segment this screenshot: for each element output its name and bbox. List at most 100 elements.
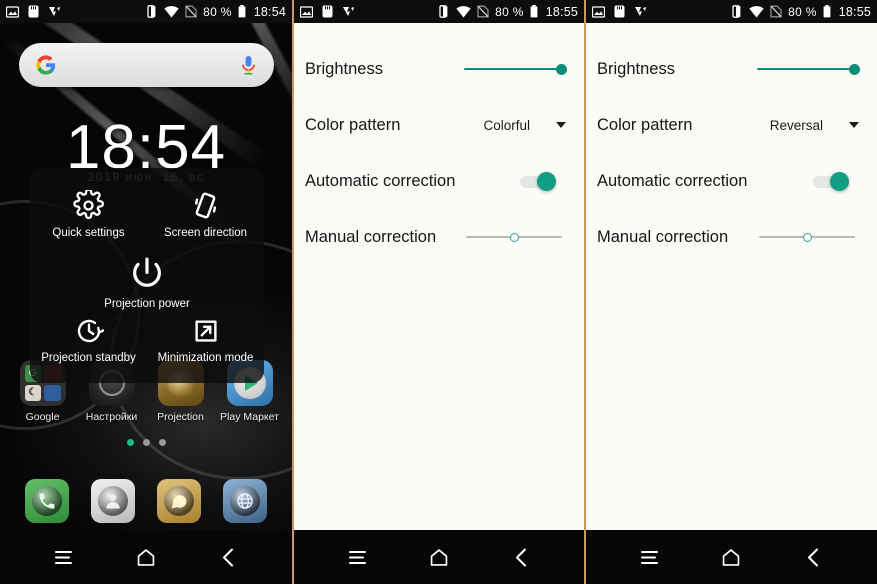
menu-icon (640, 550, 658, 564)
row-automatic-correction[interactable]: Automatic correction (294, 153, 584, 209)
status-clock: 18:55 (545, 4, 578, 19)
color-pattern-label: Color pattern (597, 115, 693, 134)
manual-correction-slider[interactable] (759, 228, 855, 246)
projection-power-button[interactable]: Projection power (30, 254, 264, 311)
status-clock: 18:55 (838, 4, 871, 19)
navigation-bar-home (0, 530, 292, 584)
back-chevron-icon (515, 548, 526, 566)
back-button[interactable] (499, 535, 543, 579)
home-icon (723, 548, 740, 566)
message-icon[interactable] (157, 479, 201, 523)
app-settings-label: Настройки (85, 411, 138, 423)
recents-button[interactable] (41, 535, 85, 579)
google-g-icon (36, 55, 56, 75)
globe-icon[interactable] (223, 479, 267, 523)
minimization-mode-label: Minimization mode (157, 352, 254, 364)
check-icon (635, 6, 646, 16)
home-icon (430, 548, 448, 566)
page-dot-3[interactable] (158, 439, 166, 446)
chevron-down-icon (556, 122, 566, 128)
phone-icon[interactable] (25, 479, 69, 523)
back-chevron-icon (223, 548, 234, 566)
sim-disabled-icon (185, 5, 197, 18)
recents-button[interactable] (335, 535, 379, 579)
projection-standby-label: Projection standby (41, 352, 136, 364)
color-pattern-label: Color pattern (305, 115, 401, 134)
wifi-icon (164, 5, 179, 17)
screen-direction-button[interactable]: Screen direction (147, 190, 264, 240)
check-icon (49, 6, 60, 16)
row-brightness[interactable]: Brightness (586, 41, 877, 97)
minimization-mode-button[interactable]: Minimization mode (147, 316, 264, 365)
home-button[interactable] (417, 535, 461, 579)
page-indicator (0, 439, 292, 446)
status-right-icons: 80 % 18:55 (729, 5, 871, 19)
manual-correction-slider[interactable] (466, 228, 562, 246)
microphone-icon[interactable] (240, 55, 257, 75)
status-right-icons: 80 % 18:54 (144, 5, 286, 19)
contacts-icon[interactable] (91, 479, 135, 523)
gear-icon (73, 190, 104, 219)
back-button[interactable] (207, 535, 251, 579)
color-pattern-value: Colorful (483, 117, 530, 133)
google-search-bar[interactable] (19, 43, 274, 87)
home-button[interactable] (709, 535, 753, 579)
projection-power-label: Projection power (104, 298, 190, 310)
battery-icon (823, 5, 831, 18)
row-color-pattern[interactable]: Color pattern Colorful (294, 97, 584, 153)
menu-icon (54, 550, 72, 564)
sim-disabled-icon (477, 5, 489, 18)
vibrate-icon (147, 5, 156, 18)
battery-percent: 80 % (203, 4, 232, 19)
automatic-correction-label: Automatic correction (597, 171, 748, 190)
status-left-icons (6, 5, 61, 18)
back-button[interactable] (792, 535, 836, 579)
image-icon (300, 5, 313, 18)
settings-panel-colorful: 80 % 18:55 Brightness Color pattern Colo… (292, 0, 584, 584)
color-pattern-dropdown[interactable]: Reversal (770, 118, 859, 133)
row-brightness[interactable]: Brightness (294, 41, 584, 97)
color-pattern-value: Reversal (769, 117, 823, 133)
check-icon (343, 6, 354, 16)
page-dot-1[interactable] (126, 439, 134, 446)
status-bar: 80 % 18:55 (586, 0, 877, 23)
automatic-correction-label: Automatic correction (305, 171, 456, 190)
settings-list: Brightness Color pattern Colorful Automa… (294, 23, 584, 530)
row-color-pattern[interactable]: Color pattern Reversal (586, 97, 877, 153)
clock-rotate-icon (77, 319, 104, 343)
sd-card-icon (28, 5, 39, 18)
status-clock: 18:54 (253, 4, 286, 19)
row-manual-correction[interactable]: Manual correction (294, 209, 584, 265)
automatic-correction-toggle[interactable] (520, 171, 556, 191)
status-right-icons: 80 % 18:55 (436, 5, 578, 19)
status-left-icons (592, 5, 647, 18)
minimize-arrow-icon (194, 320, 217, 342)
recents-button[interactable] (627, 535, 671, 579)
status-bar: 80 % 18:55 (294, 0, 584, 23)
vibrate-icon (732, 5, 741, 18)
vibrate-icon (439, 5, 448, 18)
app-google-label: Google (25, 411, 60, 423)
page-dot-2[interactable] (142, 439, 150, 446)
automatic-correction-toggle[interactable] (813, 171, 849, 191)
settings-panel-reversal: 80 % 18:55 Brightness Color pattern Reve… (584, 0, 877, 584)
projection-standby-button[interactable]: Projection standby (30, 316, 147, 365)
sd-card-icon (322, 5, 333, 18)
image-icon (592, 5, 605, 18)
power-icon (133, 257, 161, 287)
battery-icon (530, 5, 538, 18)
screen-direction-label: Screen direction (163, 227, 248, 239)
quick-settings-label: Quick settings (52, 227, 125, 239)
battery-icon (238, 5, 246, 18)
quick-settings-button[interactable]: Quick settings (30, 190, 147, 240)
status-bar: 80 % 18:54 (0, 0, 292, 23)
home-button[interactable] (124, 535, 168, 579)
screen-rotate-icon (195, 192, 217, 219)
color-pattern-dropdown[interactable]: Colorful (483, 118, 566, 133)
brightness-slider[interactable] (757, 60, 860, 78)
row-manual-correction[interactable]: Manual correction (586, 209, 877, 265)
projection-control-card: Quick settings Screen direction Projecti… (30, 168, 264, 383)
manual-correction-label: Manual correction (305, 227, 437, 246)
row-automatic-correction[interactable]: Automatic correction (586, 153, 877, 209)
brightness-slider[interactable] (464, 60, 567, 78)
